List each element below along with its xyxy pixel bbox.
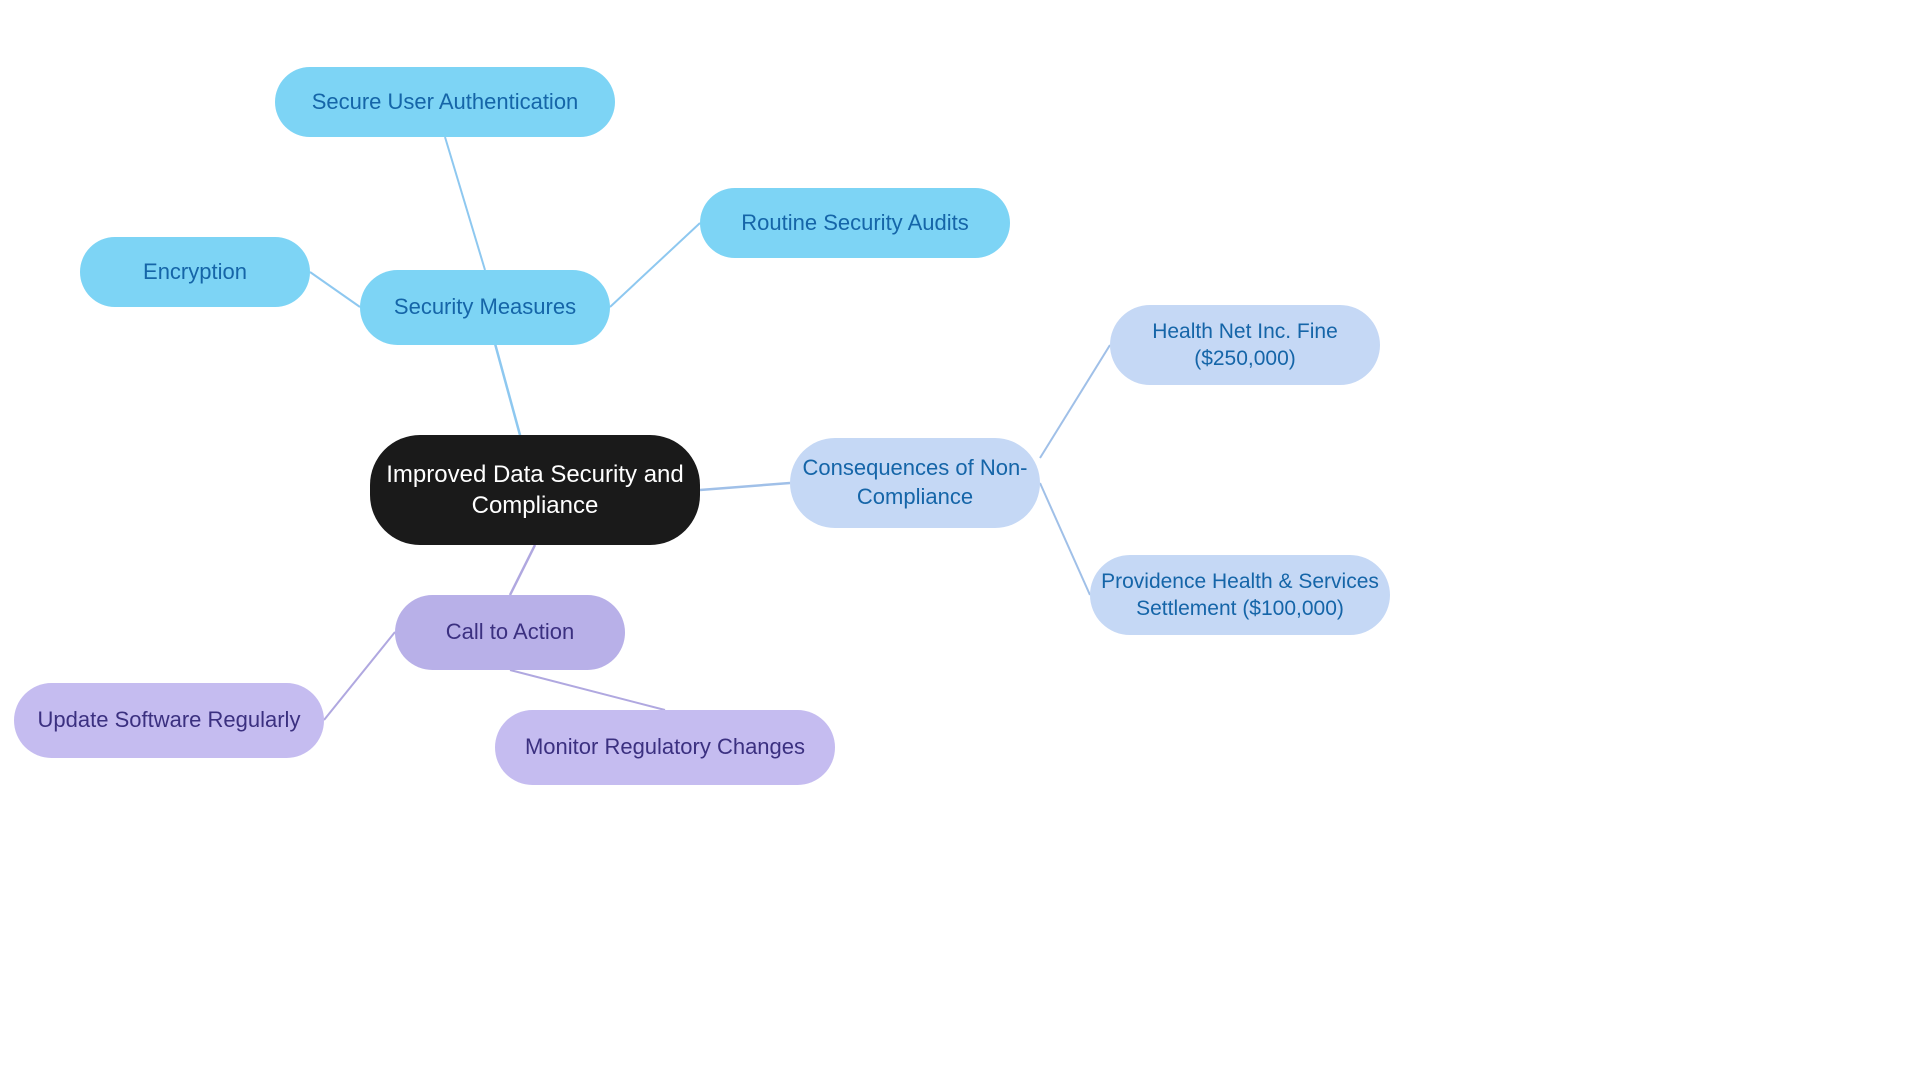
consequences-label: Consequences of Non-Compliance bbox=[790, 454, 1040, 511]
central-node[interactable]: Improved Data Security and Compliance bbox=[370, 435, 700, 545]
providence-label: Providence Health & Services Settlement … bbox=[1090, 568, 1390, 623]
monitor-node[interactable]: Monitor Regulatory Changes bbox=[495, 710, 835, 785]
monitor-label: Monitor Regulatory Changes bbox=[515, 733, 815, 762]
auth-node[interactable]: Secure User Authentication bbox=[275, 67, 615, 137]
audits-label: Routine Security Audits bbox=[731, 209, 978, 238]
consequences-node[interactable]: Consequences of Non-Compliance bbox=[790, 438, 1040, 528]
connection-lines bbox=[0, 0, 1920, 1083]
update-label: Update Software Regularly bbox=[28, 706, 311, 735]
update-node[interactable]: Update Software Regularly bbox=[14, 683, 324, 758]
providence-node[interactable]: Providence Health & Services Settlement … bbox=[1090, 555, 1390, 635]
healthnet-node[interactable]: Health Net Inc. Fine ($250,000) bbox=[1110, 305, 1380, 385]
encryption-node[interactable]: Encryption bbox=[80, 237, 310, 307]
audits-node[interactable]: Routine Security Audits bbox=[700, 188, 1010, 258]
healthnet-label: Health Net Inc. Fine ($250,000) bbox=[1110, 318, 1380, 373]
auth-label: Secure User Authentication bbox=[302, 88, 589, 117]
central-node-label: Improved Data Security and Compliance bbox=[370, 459, 700, 521]
cta-node[interactable]: Call to Action bbox=[395, 595, 625, 670]
encryption-label: Encryption bbox=[133, 258, 257, 287]
cta-label: Call to Action bbox=[436, 618, 584, 647]
security-measures-node[interactable]: Security Measures bbox=[360, 270, 610, 345]
security-measures-label: Security Measures bbox=[384, 293, 586, 322]
